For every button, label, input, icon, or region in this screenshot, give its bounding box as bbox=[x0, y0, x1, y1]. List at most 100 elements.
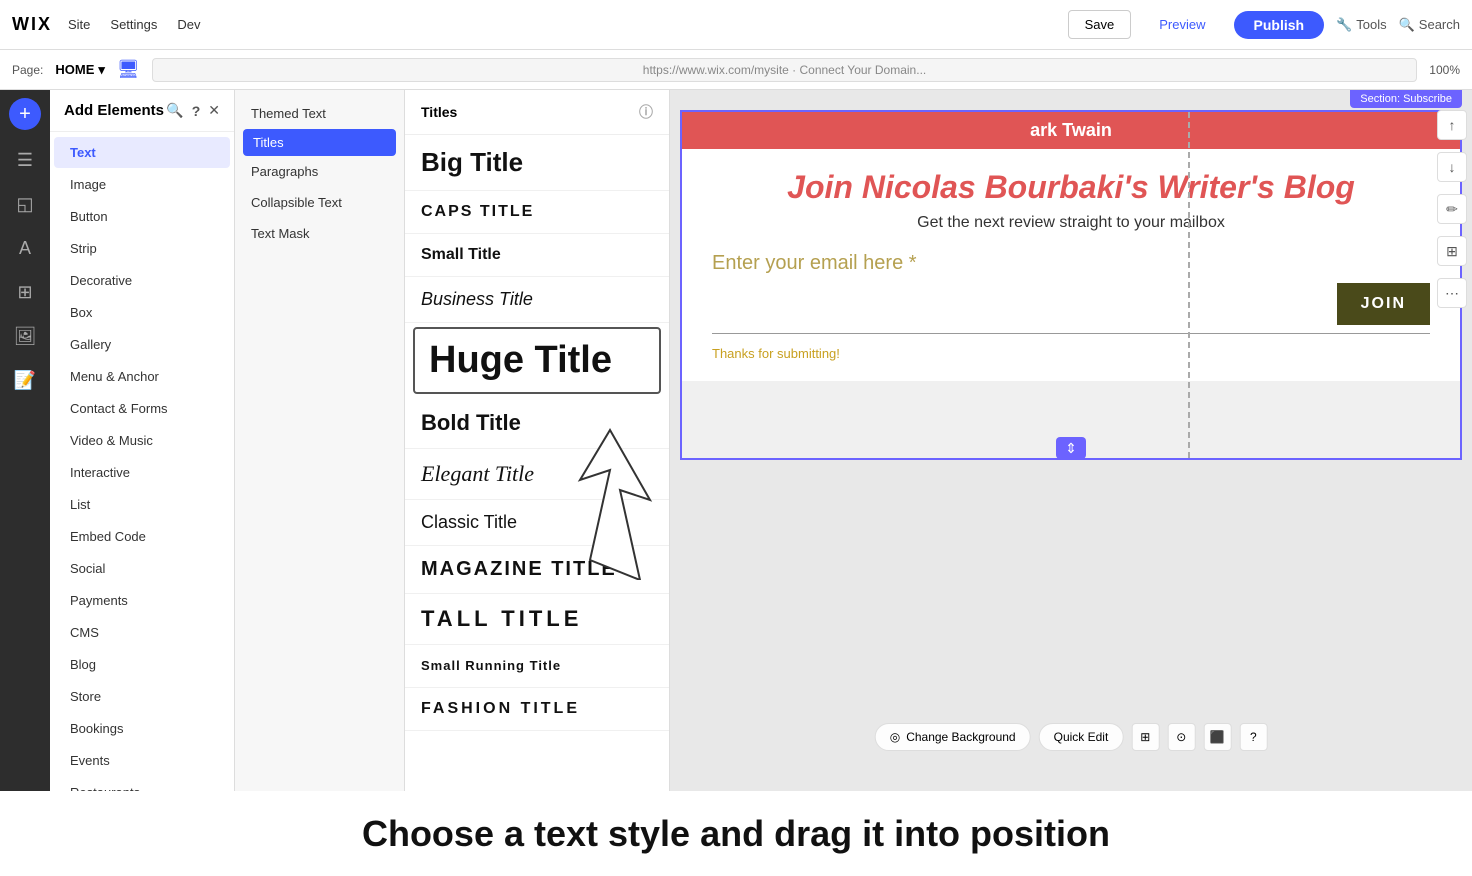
panel-help-icon[interactable]: ? bbox=[192, 103, 201, 119]
titles-panel-header: Titles ⓘ bbox=[405, 90, 669, 135]
title-huge-title[interactable]: Huge Title bbox=[413, 327, 661, 394]
more-btn[interactable]: ⋯ bbox=[1437, 278, 1467, 308]
pencil-btn[interactable]: ✏ bbox=[1437, 194, 1467, 224]
element-image[interactable]: Image bbox=[54, 169, 230, 200]
text-submenu-paragraphs[interactable]: Paragraphs bbox=[235, 156, 404, 187]
url-bar[interactable]: https://www.wix.com/mysite · Connect You… bbox=[152, 58, 1418, 82]
topbar-right: Save Preview Publish 🔧 Tools 🔍 Search bbox=[1068, 10, 1460, 39]
expand-btn[interactable]: ⊞ bbox=[1437, 236, 1467, 266]
panel-search-icon[interactable]: 🔍 bbox=[166, 102, 183, 119]
element-cms[interactable]: CMS bbox=[54, 617, 230, 648]
wix-logo: WIX bbox=[12, 14, 52, 35]
apps-icon[interactable]: ⊞ bbox=[7, 274, 43, 310]
section-divider bbox=[1188, 112, 1190, 458]
element-events[interactable]: Events bbox=[54, 745, 230, 776]
element-menu-anchor[interactable]: Menu & Anchor bbox=[54, 361, 230, 392]
settings-icon-btn[interactable]: ⊙ bbox=[1167, 723, 1195, 751]
page-selector[interactable]: HOME ▾ bbox=[55, 62, 105, 78]
join-button[interactable]: JOIN bbox=[1337, 283, 1430, 325]
resize-handle[interactable]: ⇕ bbox=[1056, 437, 1086, 459]
title-big-title[interactable]: Big Title bbox=[405, 135, 669, 191]
panel-close-icon[interactable]: ✕ bbox=[208, 102, 220, 119]
section-label: Section: Subscribe bbox=[1350, 90, 1462, 108]
element-gallery[interactable]: Gallery bbox=[54, 329, 230, 360]
topbar: WIX Site Settings Dev Save Preview Publi… bbox=[0, 0, 1472, 50]
title-small-title[interactable]: Small Title bbox=[405, 234, 669, 277]
search-icon: 🔍 bbox=[1399, 17, 1415, 33]
element-text[interactable]: Text bbox=[54, 137, 230, 168]
bottom-banner-text: Choose a text style and drag it into pos… bbox=[362, 813, 1110, 855]
left-sidebar-icons: + ☰ ◱ A ⊞ 🖼 📝 bbox=[0, 90, 50, 791]
titles-panel: Titles ⓘ Big Title CAPS TITLE Small Titl… bbox=[405, 90, 670, 791]
bottom-instruction-banner: Choose a text style and drag it into pos… bbox=[0, 791, 1472, 876]
page-label: Page: bbox=[12, 63, 43, 77]
text-submenu-collapsible[interactable]: Collapsible Text bbox=[235, 187, 404, 218]
element-social[interactable]: Social bbox=[54, 553, 230, 584]
preview-button[interactable]: Preview bbox=[1143, 11, 1221, 38]
pages-icon[interactable]: ☰ bbox=[7, 142, 43, 178]
element-decorative[interactable]: Decorative bbox=[54, 265, 230, 296]
nav-settings[interactable]: Settings bbox=[110, 17, 157, 32]
title-caps-title[interactable]: CAPS TITLE bbox=[405, 191, 669, 234]
email-label: Enter your email here * bbox=[712, 252, 1430, 275]
canvas-area: Section: Subscribe ark Twain Join Nicola… bbox=[670, 90, 1472, 791]
text-submenu-titles[interactable]: Titles bbox=[243, 129, 396, 156]
crop-icon-btn[interactable]: ⬛ bbox=[1203, 723, 1231, 751]
title-bold-title[interactable]: Bold Title bbox=[405, 398, 669, 449]
quick-edit-button[interactable]: Quick Edit bbox=[1039, 723, 1124, 751]
help-icon-btn[interactable]: ? bbox=[1239, 723, 1267, 751]
element-payments[interactable]: Payments bbox=[54, 585, 230, 616]
chevron-down-icon: ▾ bbox=[98, 62, 105, 78]
change-background-button[interactable]: ◎ Change Background bbox=[875, 723, 1031, 751]
title-small-running[interactable]: Small Running Title bbox=[405, 645, 669, 688]
subscribe-section: ark Twain Join Nicolas Bourbaki's Writer… bbox=[680, 110, 1462, 460]
save-button[interactable]: Save bbox=[1068, 10, 1132, 39]
layers-icon[interactable]: ◱ bbox=[7, 186, 43, 222]
media-icon[interactable]: 🖼 bbox=[7, 318, 43, 354]
nav-site[interactable]: Site bbox=[68, 17, 90, 32]
desktop-icon[interactable]: 🖥 bbox=[117, 59, 140, 80]
change-bg-icon: ◎ bbox=[890, 730, 900, 744]
element-list[interactable]: List bbox=[54, 489, 230, 520]
element-video-music[interactable]: Video & Music bbox=[54, 425, 230, 456]
title-magazine-title[interactable]: MAGAZINE TITLE bbox=[405, 546, 669, 594]
text-submenu-themed[interactable]: Themed Text bbox=[235, 98, 404, 129]
up-arrow-btn[interactable]: ↑ bbox=[1437, 110, 1467, 140]
down-arrow-btn[interactable]: ↓ bbox=[1437, 152, 1467, 182]
element-strip[interactable]: Strip bbox=[54, 233, 230, 264]
element-button[interactable]: Button bbox=[54, 201, 230, 232]
add-elements-panel: Add Elements 🔍 ? ✕ Text Image Button Str… bbox=[50, 90, 235, 791]
title-elegant-title[interactable]: Elegant Title bbox=[405, 449, 669, 500]
header-text: ark Twain bbox=[1030, 120, 1112, 140]
title-business-title[interactable]: Business Title bbox=[405, 277, 669, 323]
element-store[interactable]: Store bbox=[54, 681, 230, 712]
right-toolbar: ↑ ↓ ✏ ⊞ ⋯ bbox=[1432, 90, 1472, 791]
secondbar: Page: HOME ▾ 🖥 https://www.wix.com/mysit… bbox=[0, 50, 1472, 90]
plus-icon: + bbox=[19, 103, 31, 126]
text-icon[interactable]: A bbox=[7, 230, 43, 266]
element-embed-code[interactable]: Embed Code bbox=[54, 521, 230, 552]
text-submenu-mask[interactable]: Text Mask bbox=[235, 218, 404, 249]
text-submenu-panel: Themed Text Titles Paragraphs Collapsibl… bbox=[235, 90, 405, 791]
element-restaurants[interactable]: Restaurants bbox=[54, 777, 230, 791]
title-classic-title[interactable]: Classic Title bbox=[405, 500, 669, 546]
element-blog[interactable]: Blog bbox=[54, 649, 230, 680]
element-box[interactable]: Box bbox=[54, 297, 230, 328]
subscribe-header: ark Twain bbox=[682, 112, 1460, 149]
blog-icon[interactable]: 📝 bbox=[7, 362, 43, 398]
grid-icon-btn[interactable]: ⊞ bbox=[1131, 723, 1159, 751]
element-contact-forms[interactable]: Contact & Forms bbox=[54, 393, 230, 424]
topbar-search-button[interactable]: 🔍 Search bbox=[1399, 17, 1460, 33]
title-fashion-title[interactable]: FASHION TITLE bbox=[405, 688, 669, 731]
element-bookings[interactable]: Bookings bbox=[54, 713, 230, 744]
nav-dev[interactable]: Dev bbox=[177, 17, 200, 32]
tools-button[interactable]: 🔧 Tools bbox=[1336, 17, 1387, 33]
title-tall-title[interactable]: TALL TITLE bbox=[405, 594, 669, 645]
blog-subtitle: Get the next review straight to your mai… bbox=[712, 214, 1430, 232]
element-interactive[interactable]: Interactive bbox=[54, 457, 230, 488]
panel-title: Add Elements bbox=[64, 102, 164, 119]
info-icon: ⓘ bbox=[639, 102, 653, 122]
panel-header: Add Elements 🔍 ? ✕ bbox=[50, 90, 234, 132]
publish-button[interactable]: Publish bbox=[1234, 11, 1325, 39]
add-elements-button[interactable]: + bbox=[9, 98, 41, 130]
